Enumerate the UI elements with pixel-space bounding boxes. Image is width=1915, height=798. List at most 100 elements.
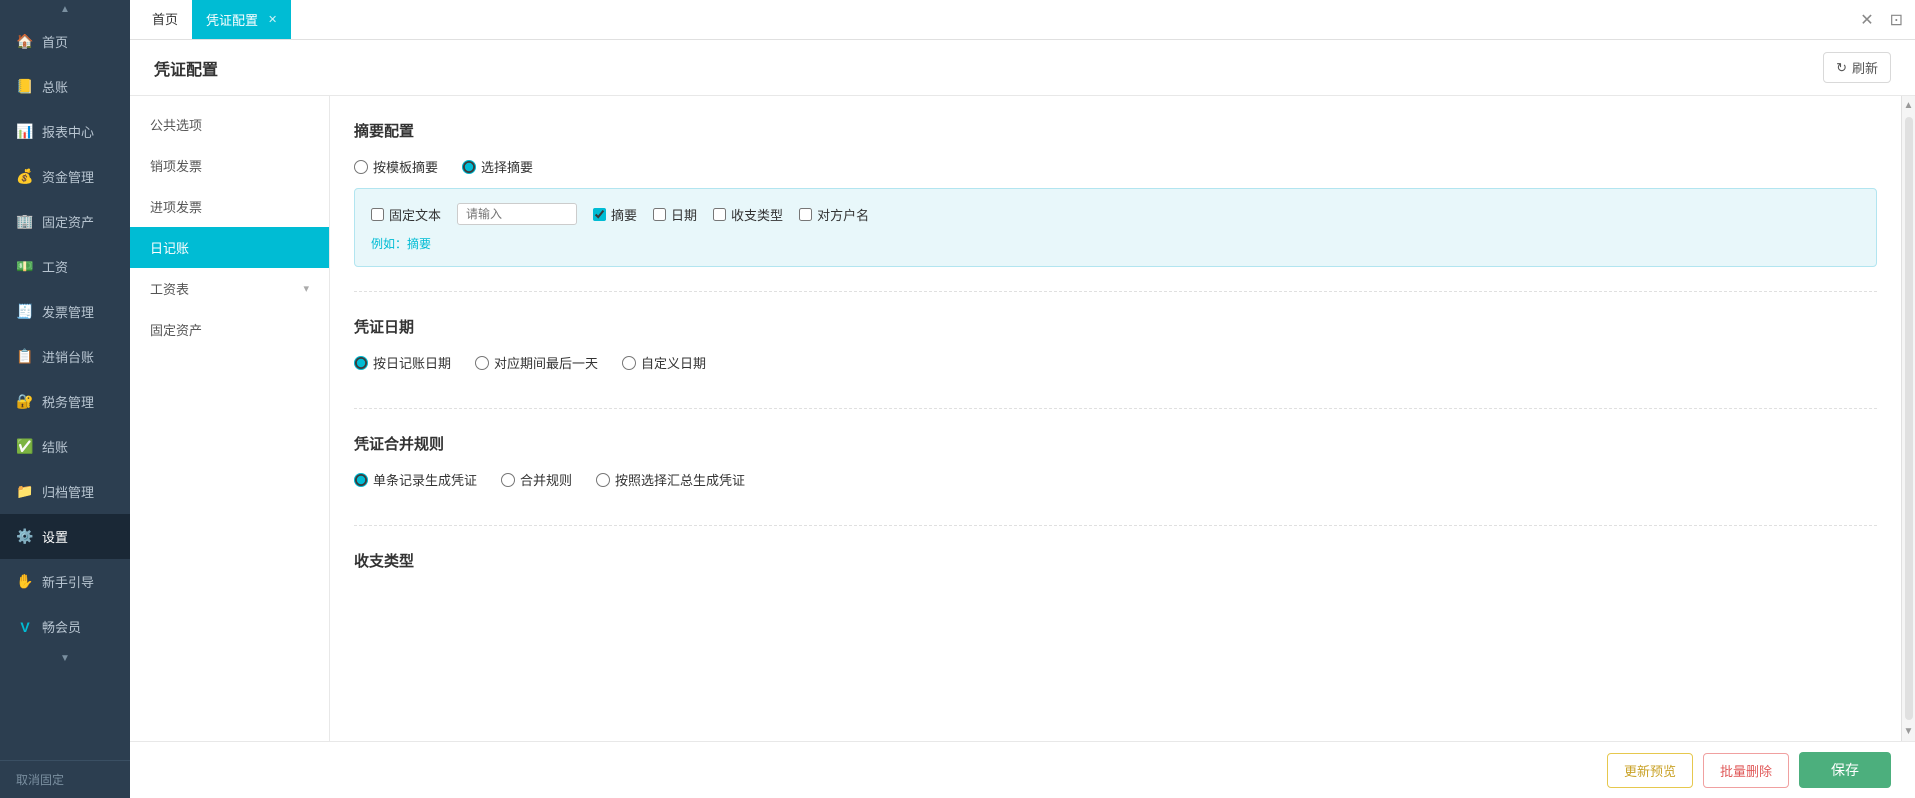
invoice-icon: 🧾 <box>16 303 34 321</box>
right-content: 摘要配置 按模板摘要 选择摘要 <box>330 96 1901 741</box>
save-button[interactable]: 保存 <box>1799 752 1891 788</box>
summary-section-title: 摘要配置 <box>354 120 1877 141</box>
sidebar-item-purchase-sale[interactable]: 📋 进销台账 <box>0 334 130 379</box>
left-nav-purchase-invoice[interactable]: 进项发票 <box>130 186 329 227</box>
scroll-track: ▲ ▼ <box>1901 96 1915 741</box>
counterparty-checkbox[interactable] <box>799 208 812 221</box>
tab-restore-button[interactable]: ⊡ <box>1886 8 1907 32</box>
fixed-text-input[interactable] <box>457 203 577 225</box>
summary-template-option[interactable]: 按模板摘要 <box>354 157 438 176</box>
journal-date-radio[interactable] <box>354 356 368 370</box>
sidebar-item-label: 报表中心 <box>42 122 94 141</box>
tab-home[interactable]: 首页 <box>138 0 192 39</box>
journal-date-label: 按日记账日期 <box>373 353 451 372</box>
batch-delete-button[interactable]: 批量删除 <box>1703 753 1789 788</box>
income-type-checkbox-item[interactable]: 收支类型 <box>713 205 783 224</box>
period-last-day-option[interactable]: 对应期间最后一天 <box>475 353 598 372</box>
left-nav-payroll-table[interactable]: 工资表 ▾ <box>130 268 329 309</box>
sidebar-scroll-up[interactable]: ▲ <box>0 0 130 19</box>
income-type-section-title: 收支类型 <box>354 550 1877 571</box>
left-nav-fixed-assets[interactable]: 固定资产 <box>130 309 329 350</box>
batch-radio[interactable] <box>596 473 610 487</box>
tab-close-window-button[interactable]: ✕ <box>1856 8 1877 32</box>
date-radio-group: 按日记账日期 对应期间最后一天 自定义日期 <box>354 353 1877 372</box>
custom-date-label: 自定义日期 <box>641 353 706 372</box>
chevron-down-icon: ▾ <box>303 282 309 295</box>
tax-icon: 🔐 <box>16 393 34 411</box>
left-nav-journal[interactable]: 日记账 <box>130 227 329 268</box>
home-icon: 🏠 <box>16 33 34 51</box>
update-preview-button[interactable]: 更新预览 <box>1607 753 1693 788</box>
sidebar-item-assets[interactable]: 🏢 固定资产 <box>0 199 130 244</box>
sidebar-item-funds[interactable]: 💰 资金管理 <box>0 154 130 199</box>
refresh-icon: ↻ <box>1836 60 1847 76</box>
sidebar-item-closing[interactable]: ✅ 结账 <box>0 424 130 469</box>
sidebar-item-ledger[interactable]: 📒 总账 <box>0 64 130 109</box>
summary-checkbox-item[interactable]: 摘要 <box>593 205 637 224</box>
sidebar-item-invoice[interactable]: 🧾 发票管理 <box>0 289 130 334</box>
left-nav-payroll-table-label: 工资表 <box>150 279 189 298</box>
sidebar-item-label: 税务管理 <box>42 392 94 411</box>
date-checkbox[interactable] <box>653 208 666 221</box>
single-radio[interactable] <box>354 473 368 487</box>
summary-radio-group: 按模板摘要 选择摘要 <box>354 157 1877 176</box>
sidebar-item-archive[interactable]: 📁 归档管理 <box>0 469 130 514</box>
date-section: 凭证日期 按日记账日期 对应期间最后一天 自定义日期 <box>354 316 1877 409</box>
summary-section: 摘要配置 按模板摘要 选择摘要 <box>354 120 1877 292</box>
sidebar-unpin-button[interactable]: 取消固定 <box>0 760 130 798</box>
batch-option[interactable]: 按照选择汇总生成凭证 <box>596 470 745 489</box>
sidebar-item-settings[interactable]: ⚙️ 设置 <box>0 514 130 559</box>
sidebar-item-reports[interactable]: 📊 报表中心 <box>0 109 130 154</box>
summary-select-option[interactable]: 选择摘要 <box>462 157 533 176</box>
scroll-down-button[interactable]: ▼ <box>1902 722 1915 741</box>
sidebar-item-tax[interactable]: 🔐 税务管理 <box>0 379 130 424</box>
counterparty-checkbox-item[interactable]: 对方户名 <box>799 205 869 224</box>
sidebar-item-label: 首页 <box>42 32 68 51</box>
tab-voucher-config[interactable]: 凭证配置 ✕ <box>192 0 291 39</box>
fixed-text-label: 固定文本 <box>389 205 441 224</box>
period-last-day-radio[interactable] <box>475 356 489 370</box>
income-type-checkbox-label: 收支类型 <box>731 205 783 224</box>
left-nav: 公共选项 销项发票 进项发票 日记账 工资表 ▾ 固定资产 <box>130 96 330 741</box>
summary-example: 例如：摘要 <box>371 235 1860 252</box>
tab-home-label: 首页 <box>152 9 178 28</box>
merge-rule-option[interactable]: 合并规则 <box>501 470 572 489</box>
summary-checkbox-label: 摘要 <box>611 205 637 224</box>
summary-checkbox[interactable] <box>593 208 606 221</box>
fixed-text-checkbox[interactable] <box>371 208 384 221</box>
tab-close-icon[interactable]: ✕ <box>268 13 277 26</box>
single-option[interactable]: 单条记录生成凭证 <box>354 470 477 489</box>
sidebar-item-vip[interactable]: V 畅会员 <box>0 604 130 649</box>
summary-template-radio[interactable] <box>354 160 368 174</box>
journal-date-option[interactable]: 按日记账日期 <box>354 353 451 372</box>
date-checkbox-item[interactable]: 日期 <box>653 205 697 224</box>
sidebar-item-label: 新手引导 <box>42 572 94 591</box>
vip-icon: V <box>16 618 34 636</box>
merge-section: 凭证合并规则 单条记录生成凭证 合并规则 按照选择汇总生成凭证 <box>354 433 1877 526</box>
merge-radio-group: 单条记录生成凭证 合并规则 按照选择汇总生成凭证 <box>354 470 1877 489</box>
sidebar-scroll-down[interactable]: ▼ <box>0 649 130 668</box>
scroll-up-button[interactable]: ▲ <box>1902 96 1915 115</box>
merge-rule-radio[interactable] <box>501 473 515 487</box>
counterparty-checkbox-label: 对方户名 <box>817 205 869 224</box>
sidebar-item-home[interactable]: 🏠 首页 <box>0 19 130 64</box>
left-nav-sales-invoice[interactable]: 销项发票 <box>130 145 329 186</box>
sidebar-item-label: 进销台账 <box>42 347 94 366</box>
summary-template-label: 按模板摘要 <box>373 157 438 176</box>
scroll-thumb[interactable] <box>1905 117 1913 720</box>
custom-date-radio[interactable] <box>622 356 636 370</box>
ledger-icon: 📒 <box>16 78 34 96</box>
summary-select-radio[interactable] <box>462 160 476 174</box>
purchase-sale-icon: 📋 <box>16 348 34 366</box>
income-type-checkbox[interactable] <box>713 208 726 221</box>
sidebar-item-guide[interactable]: ✋ 新手引导 <box>0 559 130 604</box>
fixed-text-checkbox-item[interactable]: 固定文本 <box>371 205 441 224</box>
sidebar-item-label: 发票管理 <box>42 302 94 321</box>
custom-date-option[interactable]: 自定义日期 <box>622 353 706 372</box>
left-nav-public[interactable]: 公共选项 <box>130 104 329 145</box>
sidebar-item-payroll[interactable]: 💵 工资 <box>0 244 130 289</box>
sidebar: ▲ 🏠 首页 📒 总账 📊 报表中心 💰 资金管理 🏢 固定资产 💵 工资 🧾 … <box>0 0 130 798</box>
refresh-button[interactable]: ↻ 刷新 <box>1823 52 1891 83</box>
closing-icon: ✅ <box>16 438 34 456</box>
unpin-label: 取消固定 <box>16 773 64 787</box>
